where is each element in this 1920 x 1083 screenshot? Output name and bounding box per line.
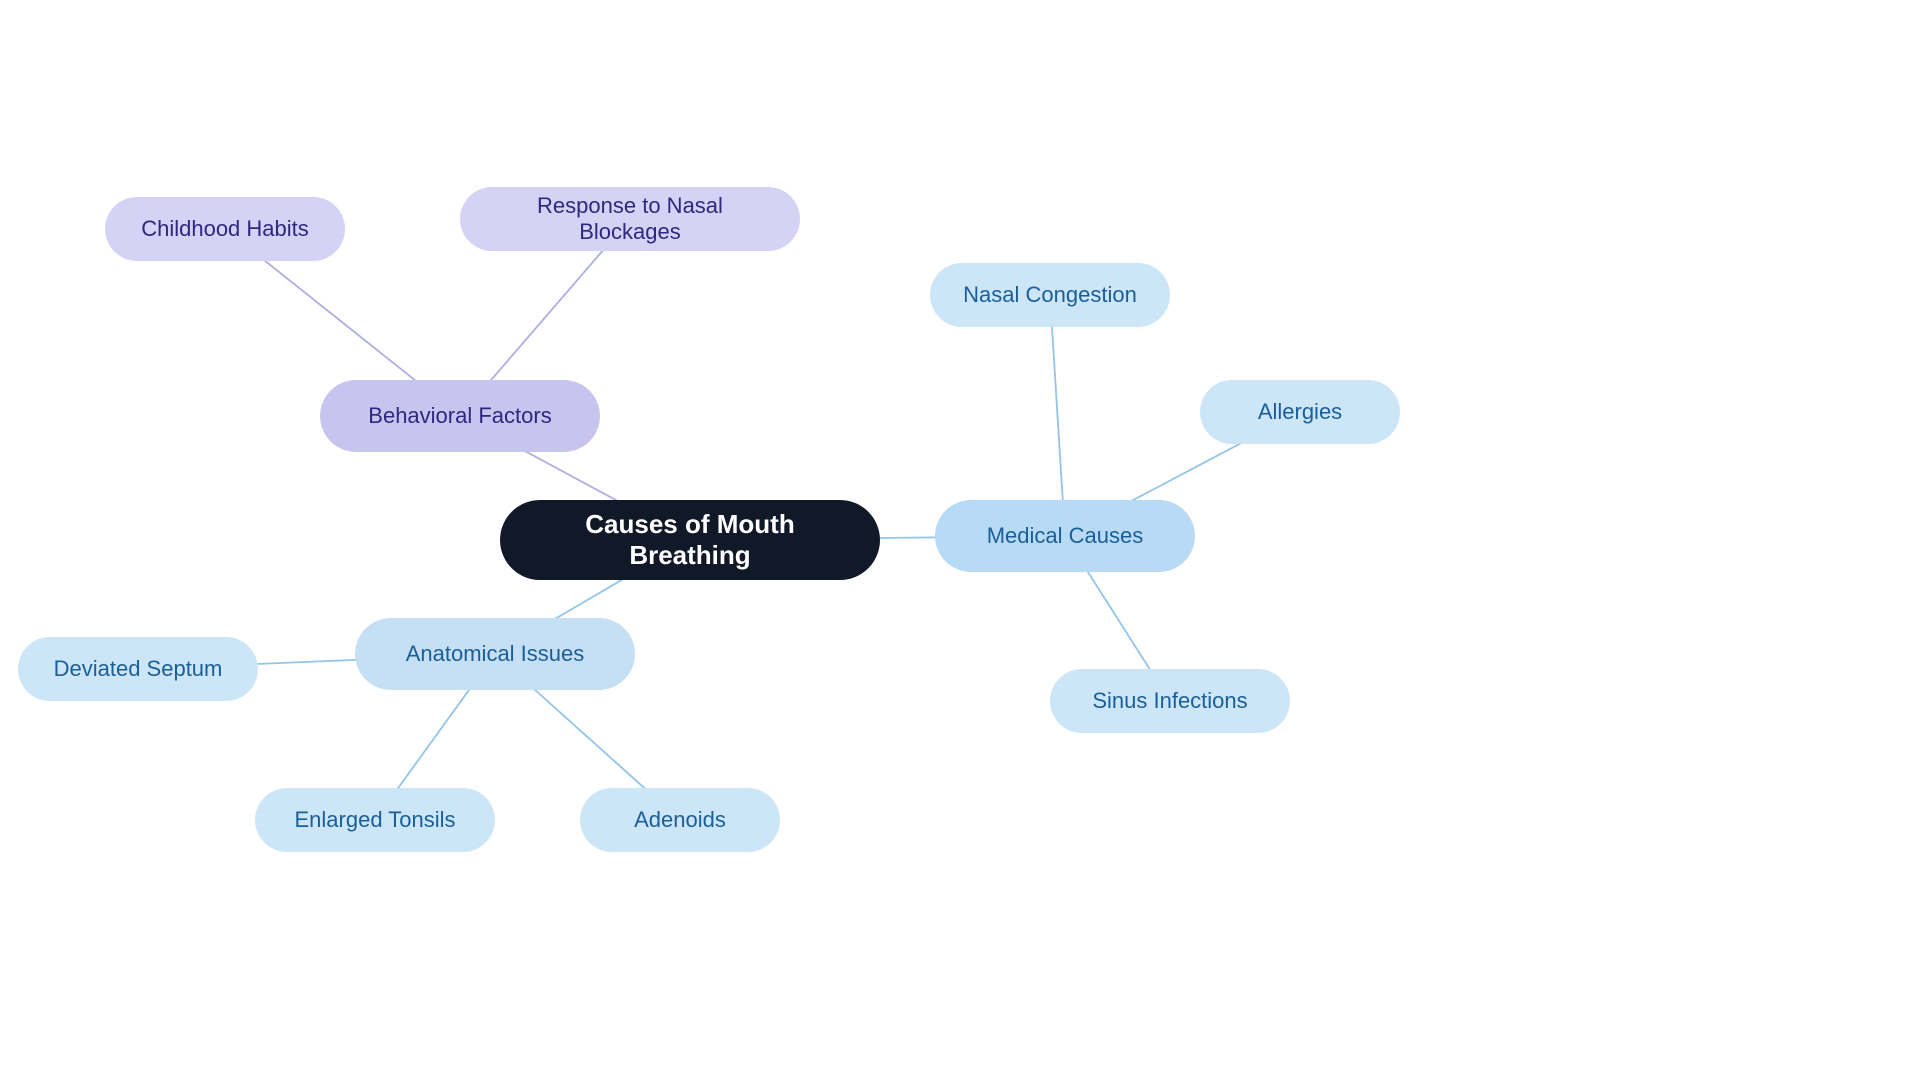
anatomical-label: Anatomical Issues xyxy=(406,641,585,667)
sinus-label: Sinus Infections xyxy=(1092,688,1247,714)
enlarged-tonsils-node: Enlarged Tonsils xyxy=(255,788,495,852)
childhood-label: Childhood Habits xyxy=(141,216,309,242)
center-node: Causes of Mouth Breathing xyxy=(500,500,880,580)
adenoids-node: Adenoids xyxy=(580,788,780,852)
sinus-infections-node: Sinus Infections xyxy=(1050,669,1290,733)
nasal-congestion-node: Nasal Congestion xyxy=(930,263,1170,327)
allergies-node: Allergies xyxy=(1200,380,1400,444)
deviated-label: Deviated Septum xyxy=(54,656,223,682)
nasal-label: Nasal Congestion xyxy=(963,282,1137,308)
behavioral-label: Behavioral Factors xyxy=(368,403,551,429)
response-nasal-node: Response to Nasal Blockages xyxy=(460,187,800,251)
response-label: Response to Nasal Blockages xyxy=(488,193,772,245)
center-label: Causes of Mouth Breathing xyxy=(528,509,852,571)
allergies-label: Allergies xyxy=(1258,399,1342,425)
adenoids-label: Adenoids xyxy=(634,807,726,833)
deviated-septum-node: Deviated Septum xyxy=(18,637,258,701)
behavioral-factors-node: Behavioral Factors xyxy=(320,380,600,452)
anatomical-issues-node: Anatomical Issues xyxy=(355,618,635,690)
medical-causes-node: Medical Causes xyxy=(935,500,1195,572)
enlarged-label: Enlarged Tonsils xyxy=(294,807,455,833)
childhood-habits-node: Childhood Habits xyxy=(105,197,345,261)
medical-label: Medical Causes xyxy=(987,523,1144,549)
